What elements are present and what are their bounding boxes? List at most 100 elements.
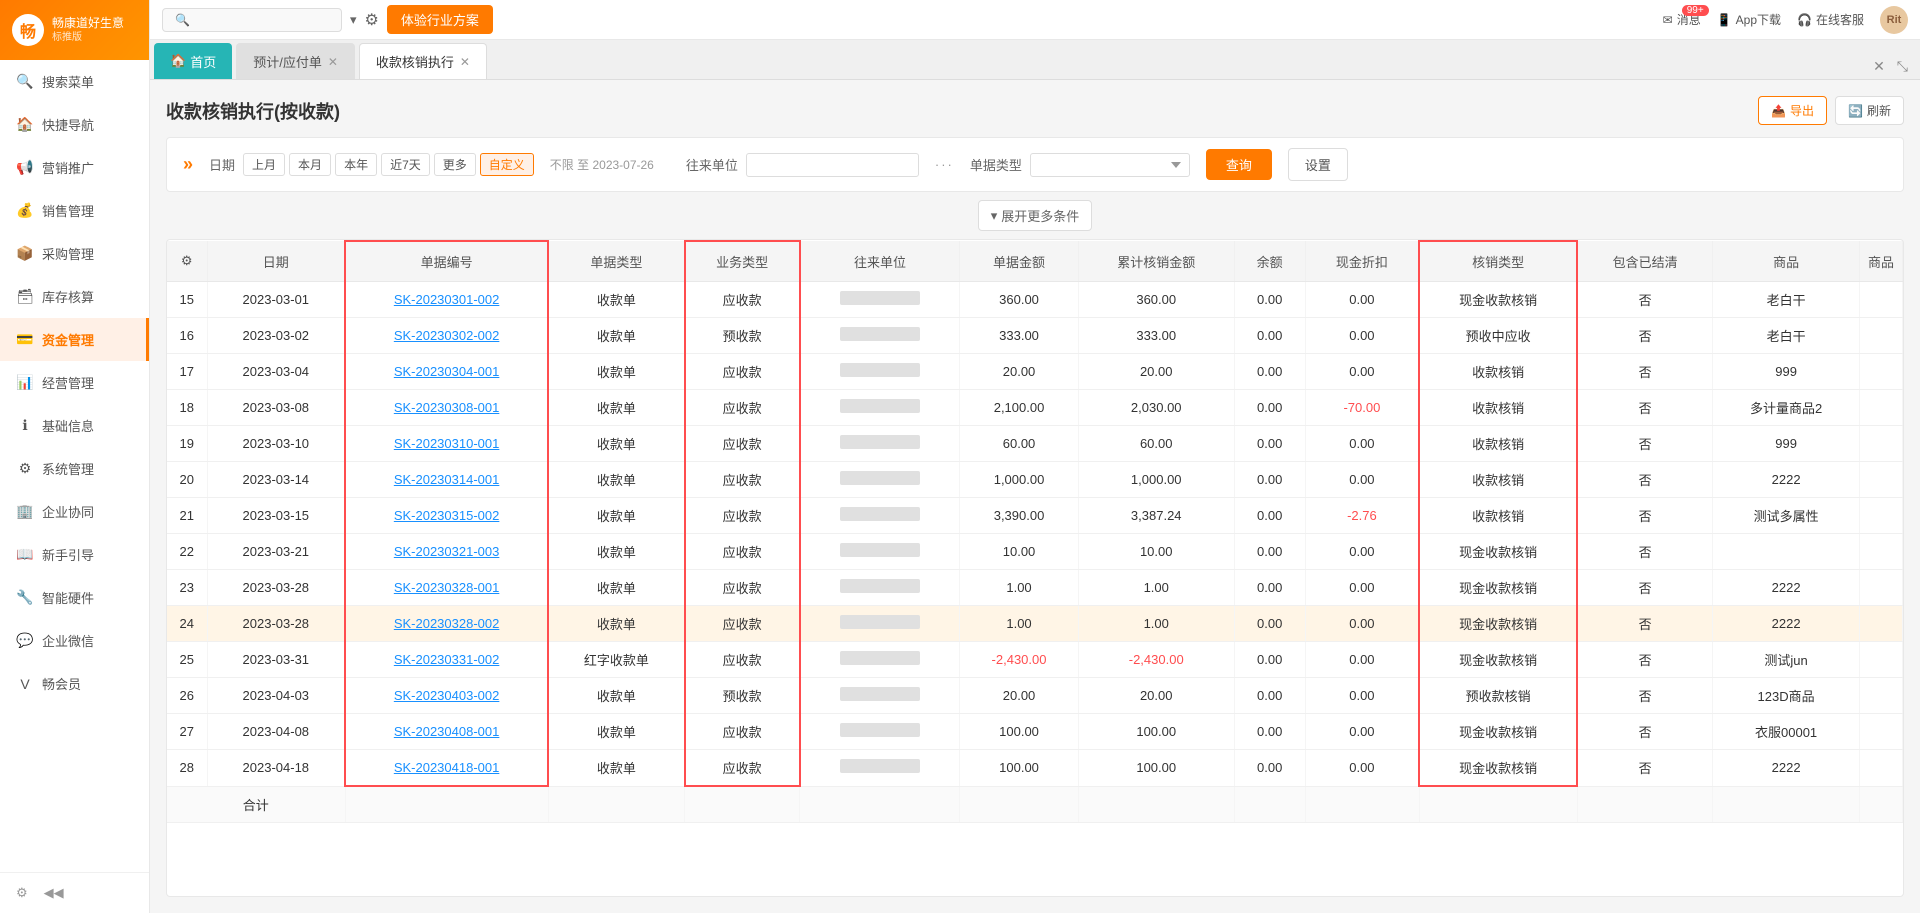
nav-label-basic: 基础信息 xyxy=(42,416,94,435)
sn-link[interactable]: SK-20230314-001 xyxy=(394,472,500,487)
sidebar-item-enterprise[interactable]: 🏢企业协同 xyxy=(0,490,149,533)
nav-label-sales: 销售管理 xyxy=(42,201,94,220)
nav-icon-hardware: 🔧 xyxy=(16,589,34,606)
message-button[interactable]: ✉ 消息 99+ xyxy=(1663,11,1701,28)
sn-link[interactable]: SK-20230315-002 xyxy=(394,508,500,523)
cell-balance: 0.00 xyxy=(1234,426,1305,462)
topbar-dropdown[interactable]: ▾ xyxy=(350,12,357,28)
cell-doc-type: 收款单 xyxy=(548,282,684,318)
cell-date: 2023-04-03 xyxy=(207,678,345,714)
cell-amount: 100.00 xyxy=(960,714,1078,750)
cell-verify-type: 现金收款核销 xyxy=(1419,714,1577,750)
sidebar-item-guide[interactable]: 📖新手引导 xyxy=(0,533,149,576)
table-footer-row: 合计 xyxy=(167,786,1903,822)
cell-date: 2023-03-08 xyxy=(207,390,345,426)
doc-type-select[interactable] xyxy=(1030,153,1190,177)
search-icon: 🔍 xyxy=(175,13,190,27)
cell-biz-type: 应收款 xyxy=(685,426,800,462)
settings-button[interactable]: 设置 xyxy=(1288,148,1348,181)
footer-product2 xyxy=(1859,786,1902,822)
sidebar-item-inventory[interactable]: 🗃库存核算 xyxy=(0,275,149,318)
industry-solution-button[interactable]: 体验行业方案 xyxy=(387,5,493,34)
sn-link[interactable]: SK-20230308-001 xyxy=(394,400,500,415)
sn-link[interactable]: SK-20230301-002 xyxy=(394,292,500,307)
sn-link[interactable]: SK-20230328-002 xyxy=(394,616,500,631)
footer-sn xyxy=(345,786,548,822)
cell-verify-type: 预收款核销 xyxy=(1419,678,1577,714)
nav-icon-enterprise: 🏢 xyxy=(16,503,34,520)
tab-close-all-icon[interactable]: ✕ xyxy=(1869,54,1889,79)
sidebar-item-marketing[interactable]: 📢营销推广 xyxy=(0,146,149,189)
nav-label-marketing: 营销推广 xyxy=(42,158,94,177)
export-button[interactable]: 📤 导出 xyxy=(1758,96,1827,125)
refresh-button[interactable]: 🔄 刷新 xyxy=(1835,96,1904,125)
sidebar-item-wechat[interactable]: 💬企业微信 xyxy=(0,619,149,662)
tab-receipt-verify-close[interactable]: ✕ xyxy=(460,55,470,69)
counterpart-input[interactable] xyxy=(746,153,919,177)
collapse-icon[interactable]: ◀◀ xyxy=(44,885,64,901)
sn-link[interactable]: SK-20230304-001 xyxy=(394,364,500,379)
cell-verify-type: 收款核销 xyxy=(1419,426,1577,462)
cell-discount: -70.00 xyxy=(1305,390,1419,426)
cell-amount: 360.00 xyxy=(960,282,1078,318)
sidebar-item-search[interactable]: 🔍搜索菜单 xyxy=(0,60,149,103)
sn-link[interactable]: SK-20230408-001 xyxy=(394,724,500,739)
date-btn-lastmonth[interactable]: 上月 xyxy=(243,153,285,176)
app-download-button[interactable]: 📱 App下载 xyxy=(1717,11,1781,28)
sidebar-item-purchase[interactable]: 📦采购管理 xyxy=(0,232,149,275)
table-row: 28 2023-04-18 SK-20230418-001 收款单 应收款 10… xyxy=(167,750,1903,787)
cell-discount: 0.00 xyxy=(1305,354,1419,390)
sidebar-item-sales[interactable]: 💰销售管理 xyxy=(0,189,149,232)
sidebar-item-hardware[interactable]: 🔧智能硬件 xyxy=(0,576,149,619)
settings-bottom-icon[interactable]: ⚙ xyxy=(16,885,28,901)
sn-link[interactable]: SK-20230302-002 xyxy=(394,328,500,343)
date-btn-7days[interactable]: 近7天 xyxy=(381,153,430,176)
sn-link[interactable]: SK-20230403-002 xyxy=(394,688,500,703)
sn-link[interactable]: SK-20230328-001 xyxy=(394,580,500,595)
date-btn-custom[interactable]: 自定义 xyxy=(480,153,534,176)
tab-payable-close[interactable]: ✕ xyxy=(328,55,338,69)
tab-payable[interactable]: 预计/应付单 ✕ xyxy=(236,43,355,79)
tab-home[interactable]: 🏠 首页 xyxy=(154,43,232,79)
cell-balance: 0.00 xyxy=(1234,354,1305,390)
tab-expand-icon[interactable]: ⤡ xyxy=(1893,54,1912,79)
headset-icon: 🎧 xyxy=(1797,13,1812,27)
sidebar-item-basic[interactable]: ℹ基础信息 xyxy=(0,404,149,447)
sidebar-item-quicknav[interactable]: 🏠快捷导航 xyxy=(0,103,149,146)
footer-product xyxy=(1713,786,1860,822)
nav-icon-purchase: 📦 xyxy=(16,245,34,262)
cell-no: 25 xyxy=(167,642,207,678)
footer-label: 合计 xyxy=(167,786,345,822)
sn-link[interactable]: SK-20230418-001 xyxy=(394,760,500,775)
sn-link[interactable]: SK-20230310-001 xyxy=(394,436,500,451)
topbar-search-box: 🔍 xyxy=(162,8,342,32)
topbar-settings-icon[interactable]: ⚙ xyxy=(365,10,379,30)
sn-link[interactable]: SK-20230331-002 xyxy=(394,652,500,667)
table-row: 18 2023-03-08 SK-20230308-001 收款单 应收款 2,… xyxy=(167,390,1903,426)
sidebar-item-vip[interactable]: V畅会员 xyxy=(0,662,149,705)
date-btn-more[interactable]: 更多 xyxy=(434,153,476,176)
date-btn-thisyear[interactable]: 本年 xyxy=(335,153,377,176)
query-button[interactable]: 查询 xyxy=(1206,149,1272,180)
filter-toggle-icon[interactable]: » xyxy=(183,154,193,175)
cell-biz-type: 应收款 xyxy=(685,570,800,606)
online-service-button[interactable]: 🎧 在线客服 xyxy=(1797,11,1864,28)
cell-biz-type: 应收款 xyxy=(685,750,800,787)
tab-receipt-verify[interactable]: 收款核销执行 ✕ xyxy=(359,43,487,79)
cell-balance: 0.00 xyxy=(1234,462,1305,498)
cell-date: 2023-03-10 xyxy=(207,426,345,462)
cell-product: 2222 xyxy=(1713,462,1860,498)
sidebar-item-system[interactable]: ⚙系统管理 xyxy=(0,447,149,490)
sidebar-item-finance[interactable]: 💳资金管理 xyxy=(0,318,149,361)
cell-product: 2222 xyxy=(1713,570,1860,606)
date-btn-thismonth[interactable]: 本月 xyxy=(289,153,331,176)
cell-settled: 否 xyxy=(1577,750,1713,787)
cell-product2 xyxy=(1859,462,1902,498)
cell-amount: 1.00 xyxy=(960,606,1078,642)
cell-product2 xyxy=(1859,426,1902,462)
user-avatar[interactable]: Rit xyxy=(1880,6,1908,34)
expand-conditions-button[interactable]: ▾ 展开更多条件 xyxy=(978,200,1093,231)
sidebar-item-operations[interactable]: 📊经营管理 xyxy=(0,361,149,404)
sn-link[interactable]: SK-20230321-003 xyxy=(394,544,500,559)
topbar-right: ✉ 消息 99+ 📱 App下载 🎧 在线客服 Rit xyxy=(1663,6,1908,34)
